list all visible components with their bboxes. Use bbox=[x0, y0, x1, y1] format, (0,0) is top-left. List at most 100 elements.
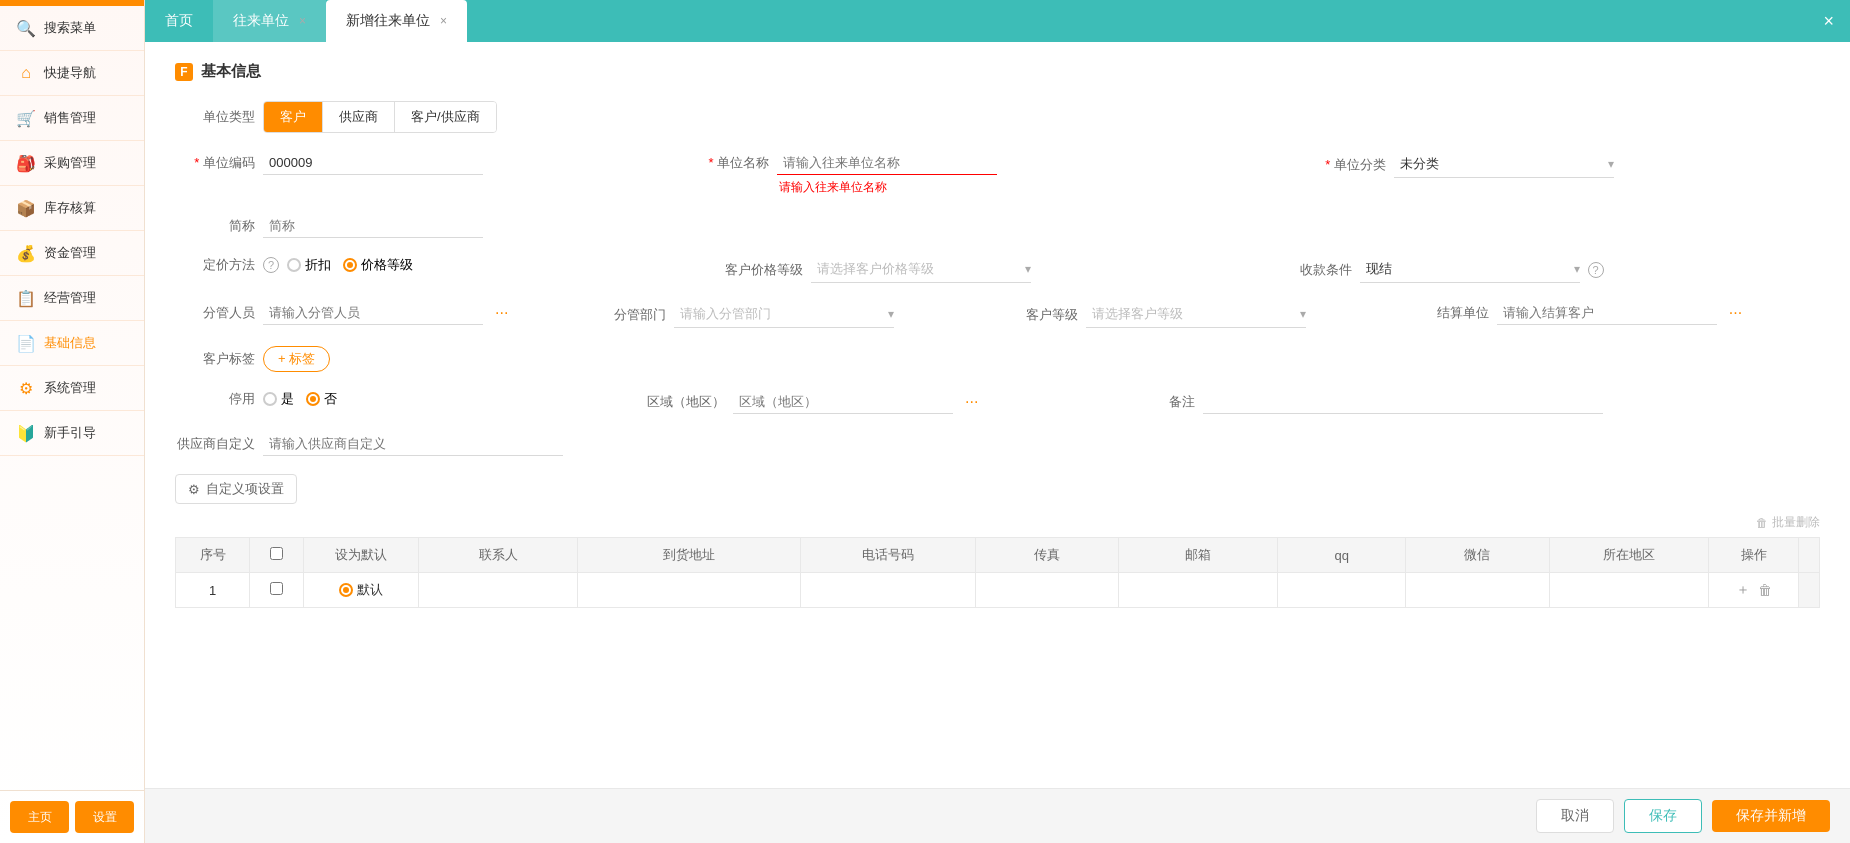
customer-level-field: 客户等级 请选择客户等级 ▾ bbox=[998, 301, 1409, 328]
short-name-input[interactable] bbox=[263, 214, 483, 238]
sidebar-item-operation[interactable]: 📋 经营管理 bbox=[0, 276, 144, 321]
section-icon: F bbox=[175, 63, 193, 81]
cell-contact[interactable] bbox=[418, 573, 577, 608]
cell-email[interactable] bbox=[1119, 573, 1278, 608]
cell-fax[interactable] bbox=[975, 573, 1119, 608]
sidebar-item-quicknav[interactable]: ⌂ 快捷导航 bbox=[0, 51, 144, 96]
tab-home[interactable]: 首页 bbox=[145, 0, 213, 42]
phone-input[interactable] bbox=[843, 583, 933, 598]
add-tag-button[interactable]: + 标签 bbox=[263, 346, 330, 372]
default-radio-item[interactable]: 默认 bbox=[314, 581, 408, 599]
region-cell-input[interactable] bbox=[1589, 583, 1669, 598]
table-header: 序号 设为默认 联系人 到货地址 电话号码 传真 邮箱 qq 微信 所在地区 bbox=[176, 538, 1820, 573]
delete-row-icon[interactable]: 🗑 bbox=[1758, 582, 1772, 598]
search-icon: 🔍 bbox=[16, 18, 36, 38]
customer-level-chevron[interactable]: ▾ bbox=[1300, 307, 1306, 321]
supplier-custom-field: 供应商自定义 bbox=[175, 432, 586, 456]
row-checkbox[interactable] bbox=[270, 582, 283, 595]
sidebar-item-system[interactable]: ⚙ 系统管理 bbox=[0, 366, 144, 411]
table-row: 1 默认 bbox=[176, 573, 1820, 608]
cell-phone[interactable] bbox=[800, 573, 975, 608]
address-input[interactable] bbox=[629, 583, 749, 598]
cell-address[interactable] bbox=[578, 573, 800, 608]
sidebar-item-sales[interactable]: 🛒 销售管理 bbox=[0, 96, 144, 141]
unit-type-supplier[interactable]: 供应商 bbox=[323, 102, 395, 132]
batch-delete-button[interactable]: 🗑 批量删除 bbox=[1756, 514, 1820, 531]
qq-input[interactable] bbox=[1312, 583, 1372, 598]
unit-name-field: 单位名称 请输入往来单位名称 bbox=[689, 151, 1306, 196]
tab-new-partner[interactable]: 新增往来单位 × bbox=[326, 0, 467, 42]
customer-price-level-select[interactable]: 请选择客户价格等级 ▾ bbox=[811, 256, 1031, 283]
region-input[interactable] bbox=[733, 390, 953, 414]
department-select[interactable]: 请输入分管部门 ▾ bbox=[674, 301, 894, 328]
pricing-radio-level[interactable]: 价格等级 bbox=[343, 256, 413, 274]
save-button[interactable]: 保存 bbox=[1624, 799, 1702, 833]
sidebar-item-basic[interactable]: 📄 基础信息 bbox=[0, 321, 144, 366]
sidebar-item-inventory[interactable]: 📦 库存核算 bbox=[0, 186, 144, 231]
unit-category-chevron[interactable]: ▾ bbox=[1608, 157, 1614, 171]
disabled-yes-circle bbox=[263, 392, 277, 406]
customer-level-select[interactable]: 请选择客户等级 ▾ bbox=[1086, 301, 1306, 328]
remark-input[interactable] bbox=[1203, 390, 1603, 414]
manager-input[interactable] bbox=[263, 301, 483, 325]
select-all-checkbox[interactable] bbox=[270, 547, 283, 560]
sidebar-label-search: 搜索菜单 bbox=[44, 19, 96, 37]
contact-input[interactable] bbox=[458, 583, 538, 598]
custom-settings-button[interactable]: ⚙ 自定义项设置 bbox=[175, 474, 297, 504]
sidebar-item-search[interactable]: 🔍 搜索菜单 bbox=[0, 6, 144, 51]
sidebar-item-finance[interactable]: 💰 资金管理 bbox=[0, 231, 144, 276]
window-close-icon[interactable]: × bbox=[1823, 11, 1834, 32]
sidebar-label-inventory: 库存核算 bbox=[44, 199, 96, 217]
unit-category-label: 单位分类 bbox=[1306, 156, 1386, 174]
fax-input[interactable] bbox=[1012, 583, 1082, 598]
pricing-row: 定价方法 ? 折扣 价格等级 客户价格等级 请选择客户价格等级 bbox=[175, 256, 1820, 283]
col-wechat: 微信 bbox=[1406, 538, 1550, 573]
unit-type-both[interactable]: 客户/供应商 bbox=[395, 102, 496, 132]
cell-region[interactable] bbox=[1549, 573, 1708, 608]
tab-partner[interactable]: 往来单位 × bbox=[213, 0, 326, 42]
settlement-unit-more-icon[interactable]: ··· bbox=[1725, 304, 1746, 322]
sidebar-item-purchase[interactable]: 🎒 采购管理 bbox=[0, 141, 144, 186]
wechat-input[interactable] bbox=[1442, 583, 1512, 598]
cancel-button[interactable]: 取消 bbox=[1536, 799, 1614, 833]
tab-partner-close-icon[interactable]: × bbox=[299, 14, 306, 28]
email-input[interactable] bbox=[1158, 583, 1238, 598]
col-contact: 联系人 bbox=[418, 538, 577, 573]
unit-category-select[interactable]: 未分类 ▾ bbox=[1394, 151, 1614, 178]
cell-wechat[interactable] bbox=[1406, 573, 1550, 608]
col-checkbox bbox=[250, 538, 304, 573]
cell-qq[interactable] bbox=[1278, 573, 1406, 608]
pricing-help-icon[interactable]: ? bbox=[263, 257, 279, 273]
sidebar-home-btn[interactable]: 主页 bbox=[10, 801, 69, 833]
payment-terms-help-icon[interactable]: ? bbox=[1588, 262, 1604, 278]
unit-code-input[interactable] bbox=[263, 151, 483, 175]
manager-more-icon[interactable]: ··· bbox=[491, 304, 512, 322]
customer-price-level-chevron[interactable]: ▾ bbox=[1025, 262, 1031, 276]
customer-level-label: 客户等级 bbox=[998, 306, 1078, 324]
department-chevron[interactable]: ▾ bbox=[888, 307, 894, 321]
scrollbar-col bbox=[1799, 538, 1820, 573]
disabled-no-radio[interactable]: 否 bbox=[306, 390, 337, 408]
unit-type-customer[interactable]: 客户 bbox=[264, 102, 323, 132]
region-more-icon[interactable]: ··· bbox=[961, 393, 982, 411]
pricing-radio-discount[interactable]: 折扣 bbox=[287, 256, 331, 274]
radio-level-circle bbox=[343, 258, 357, 272]
sidebar-label-operation: 经营管理 bbox=[44, 289, 96, 307]
tab-new-partner-close-icon[interactable]: × bbox=[440, 14, 447, 28]
supplier-custom-input[interactable] bbox=[263, 432, 563, 456]
disabled-yes-radio[interactable]: 是 bbox=[263, 390, 294, 408]
customer-tag-label: 客户标签 bbox=[175, 350, 255, 368]
customer-tag-field: 客户标签 + 标签 bbox=[175, 346, 586, 372]
unit-name-input[interactable] bbox=[777, 151, 997, 175]
payment-terms-chevron[interactable]: ▾ bbox=[1574, 262, 1580, 276]
payment-terms-select[interactable]: 现结 ▾ bbox=[1360, 256, 1580, 283]
customer-level-placeholder: 请选择客户等级 bbox=[1086, 301, 1300, 327]
save-add-button[interactable]: 保存并新增 bbox=[1712, 800, 1830, 832]
form-content: F 基本信息 单位类型 客户 供应商 客户/供应商 单位编码 单位名称 bbox=[145, 42, 1850, 788]
sidebar-item-guide[interactable]: 🔰 新手引导 bbox=[0, 411, 144, 456]
add-row-icon[interactable]: ＋ bbox=[1736, 581, 1750, 599]
col-phone: 电话号码 bbox=[800, 538, 975, 573]
settlement-unit-input[interactable] bbox=[1497, 301, 1717, 325]
sidebar-bottom: 主页 设置 bbox=[0, 790, 144, 843]
sidebar-settings-btn[interactable]: 设置 bbox=[75, 801, 134, 833]
